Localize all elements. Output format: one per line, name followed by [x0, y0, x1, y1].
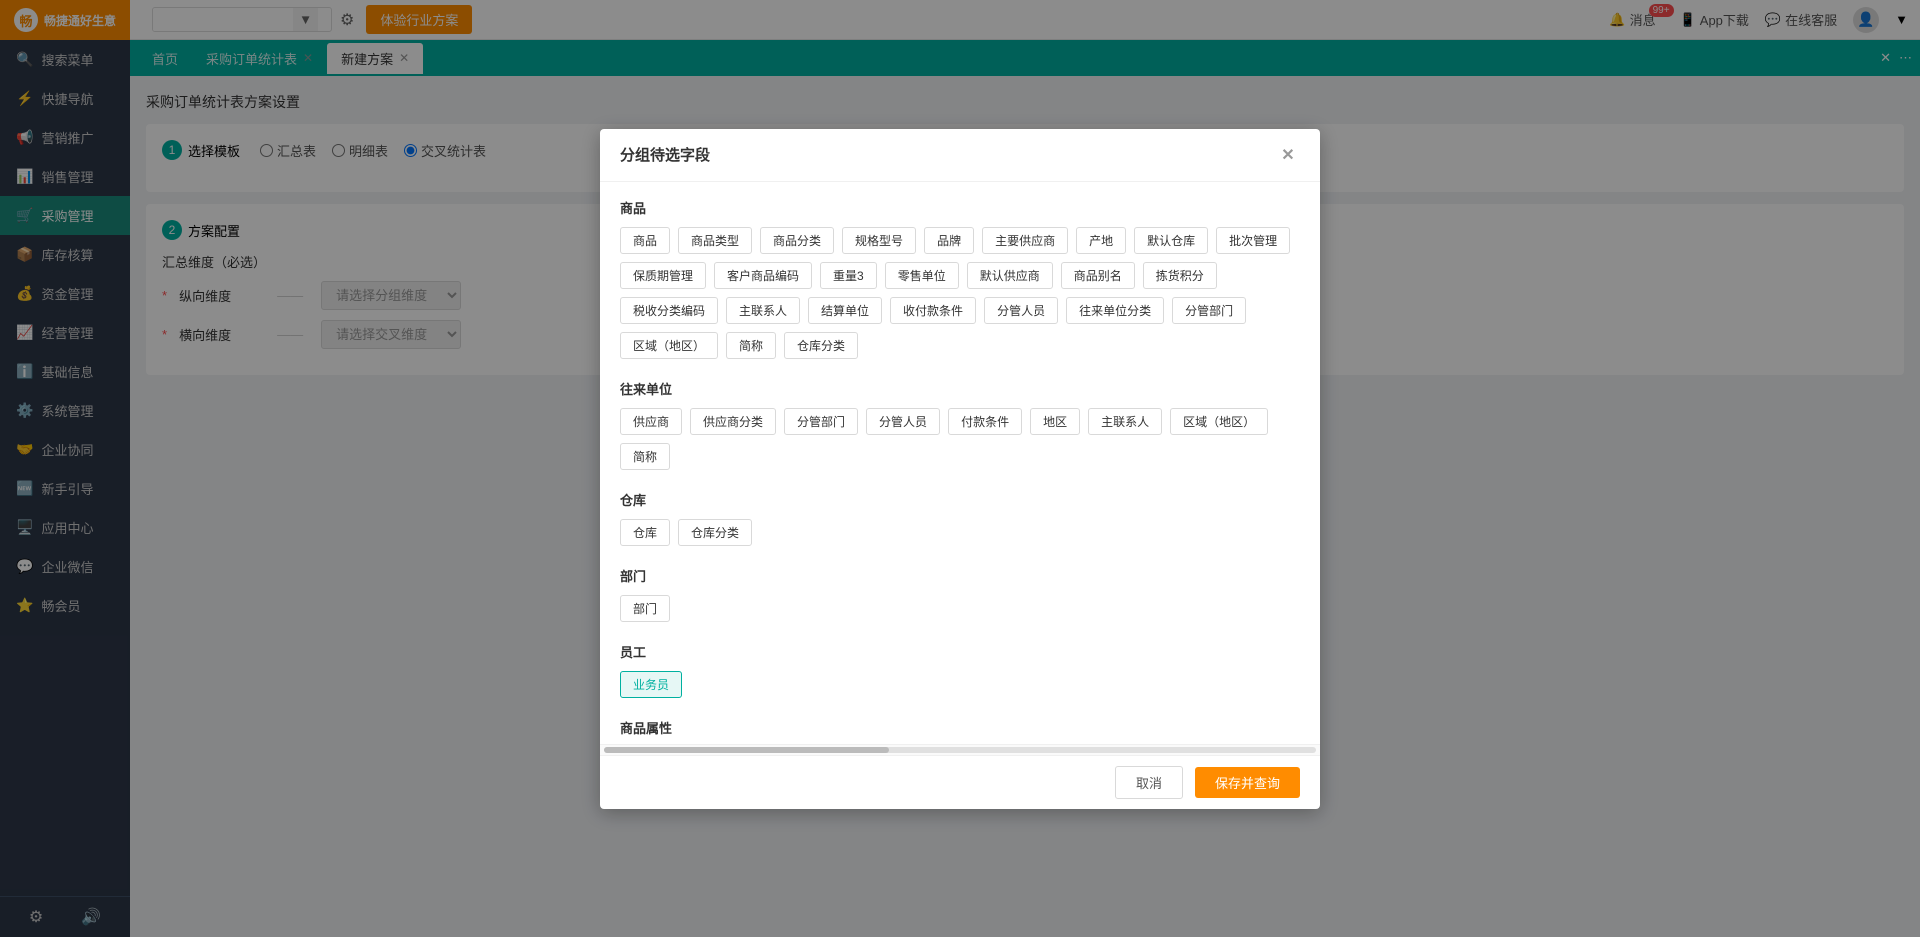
- field-tag-0-5[interactable]: 主要供应商: [982, 227, 1068, 254]
- field-tag-1-2[interactable]: 分管部门: [784, 408, 858, 435]
- field-tag-1-1[interactable]: 供应商分类: [690, 408, 776, 435]
- field-tag-1-3[interactable]: 分管人员: [866, 408, 940, 435]
- field-tag-4-0[interactable]: 业务员: [620, 671, 682, 698]
- dialog-section-3: 部门部门: [620, 566, 1300, 622]
- section-tags-3: 部门: [620, 595, 1300, 622]
- field-tag-0-13[interactable]: 默认供应商: [967, 262, 1053, 289]
- section-title-3: 部门: [620, 566, 1300, 585]
- section-tags-2: 仓库仓库分类: [620, 519, 1300, 546]
- dialog-section-2: 仓库仓库仓库分类: [620, 490, 1300, 546]
- field-tag-0-9[interactable]: 保质期管理: [620, 262, 706, 289]
- cancel-button[interactable]: 取消: [1115, 766, 1183, 799]
- field-tag-0-2[interactable]: 商品分类: [760, 227, 834, 254]
- field-tag-1-7[interactable]: 区域（地区）: [1170, 408, 1268, 435]
- dialog-section-1: 往来单位供应商供应商分类分管部门分管人员付款条件地区主联系人区域（地区） 简称: [620, 379, 1300, 470]
- field-tag-1-6[interactable]: 主联系人: [1088, 408, 1162, 435]
- field-tag-0-8[interactable]: 批次管理: [1216, 227, 1290, 254]
- modal-overlay: 分组待选字段 ✕ 商品商品商品类型商品分类规格型号品牌主要供应商产地默认仓库批次…: [0, 0, 1920, 937]
- dialog-title: 分组待选字段: [620, 144, 710, 165]
- field-tag-0-11[interactable]: 重量3: [820, 262, 877, 289]
- field-tag-1-4[interactable]: 付款条件: [948, 408, 1022, 435]
- field-tag-0-23[interactable]: 区域（地区）: [620, 332, 718, 359]
- dialog-section-0: 商品商品商品类型商品分类规格型号品牌主要供应商产地默认仓库批次管理保质期管理客户…: [620, 198, 1300, 359]
- field-tag-0-4[interactable]: 品牌: [924, 227, 974, 254]
- confirm-button[interactable]: 保存并查询: [1195, 767, 1300, 798]
- field-tag-0-1[interactable]: 商品类型: [678, 227, 752, 254]
- field-tag-0-21[interactable]: 往来单位分类: [1066, 297, 1164, 324]
- section-tags-1: 供应商供应商分类分管部门分管人员付款条件地区主联系人区域（地区） 简称: [620, 408, 1300, 470]
- dialog-header: 分组待选字段 ✕: [600, 129, 1320, 182]
- field-tag-1-8[interactable]: 简称: [620, 443, 670, 470]
- field-tag-0-18[interactable]: 结算单位: [808, 297, 882, 324]
- field-tag-0-15[interactable]: 拣货积分: [1143, 262, 1217, 289]
- field-tag-0-16[interactable]: 税收分类编码: [620, 297, 718, 324]
- dialog-footer: 取消 保存并查询: [600, 755, 1320, 809]
- field-tag-0-19[interactable]: 收付款条件: [890, 297, 976, 324]
- field-tag-0-6[interactable]: 产地: [1076, 227, 1126, 254]
- section-title-2: 仓库: [620, 490, 1300, 509]
- field-tag-0-7[interactable]: 默认仓库: [1134, 227, 1208, 254]
- section-title-1: 往来单位: [620, 379, 1300, 398]
- field-tag-2-0[interactable]: 仓库: [620, 519, 670, 546]
- section-title-4: 员工: [620, 642, 1300, 661]
- dialog-section-5: 商品属性属性颜色多规格尺码鞋码1: [620, 718, 1300, 744]
- field-tag-0-14[interactable]: 商品别名: [1061, 262, 1135, 289]
- section-title-0: 商品: [620, 198, 1300, 217]
- dialog-close-button[interactable]: ✕: [1276, 143, 1300, 167]
- field-tag-0-3[interactable]: 规格型号: [842, 227, 916, 254]
- section-tags-4: 业务员: [620, 671, 1300, 698]
- field-tag-1-5[interactable]: 地区: [1030, 408, 1080, 435]
- dialog-section-4: 员工业务员: [620, 642, 1300, 698]
- field-tag-0-20[interactable]: 分管人员: [984, 297, 1058, 324]
- field-tag-0-24[interactable]: 简称: [726, 332, 776, 359]
- section-tags-0: 商品商品类型商品分类规格型号品牌主要供应商产地默认仓库批次管理保质期管理客户商品…: [620, 227, 1300, 359]
- dialog-body: 商品商品商品类型商品分类规格型号品牌主要供应商产地默认仓库批次管理保质期管理客户…: [600, 182, 1320, 744]
- field-tag-1-0[interactable]: 供应商: [620, 408, 682, 435]
- field-tag-0-10[interactable]: 客户商品编码: [714, 262, 812, 289]
- dialog: 分组待选字段 ✕ 商品商品商品类型商品分类规格型号品牌主要供应商产地默认仓库批次…: [600, 129, 1320, 809]
- field-tag-0-22[interactable]: 分管部门: [1172, 297, 1246, 324]
- field-tag-0-12[interactable]: 零售单位: [885, 262, 959, 289]
- section-title-5: 商品属性: [620, 718, 1300, 737]
- field-tag-0-0[interactable]: 商品: [620, 227, 670, 254]
- field-tag-0-17[interactable]: 主联系人: [726, 297, 800, 324]
- field-tag-0-25[interactable]: 仓库分类: [784, 332, 858, 359]
- dialog-horizontal-scrollbar[interactable]: [600, 744, 1320, 755]
- field-tag-2-1[interactable]: 仓库分类: [678, 519, 752, 546]
- field-tag-3-0[interactable]: 部门: [620, 595, 670, 622]
